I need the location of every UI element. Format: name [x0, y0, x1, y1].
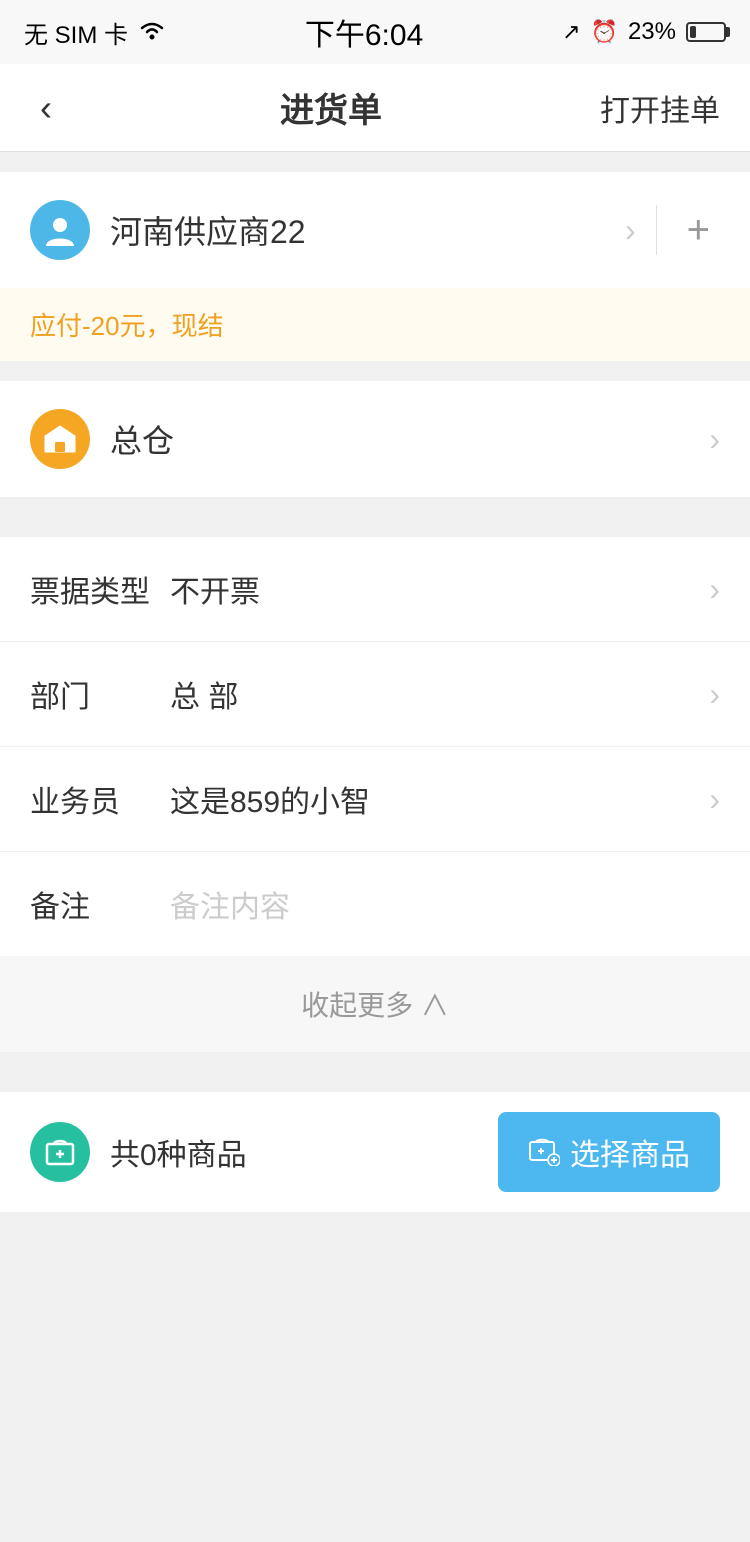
- status-right: ↗ ⏰ 23%: [562, 18, 726, 46]
- supplier-chevron-icon: ›: [625, 212, 636, 249]
- invoice-type-label: 票据类型: [30, 567, 160, 611]
- status-time: 下午6:04: [305, 10, 423, 54]
- wifi-icon: [138, 18, 166, 46]
- gps-icon: ↗: [562, 19, 580, 45]
- invoice-type-chevron-icon: ›: [709, 571, 720, 608]
- department-chevron-icon: ›: [709, 676, 720, 713]
- department-row[interactable]: 部门 总 部 ›: [0, 642, 750, 747]
- department-label: 部门: [30, 672, 160, 716]
- product-count-label: 共0种商品: [110, 1130, 498, 1174]
- page-rest: [0, 1212, 750, 1542]
- select-product-button[interactable]: 选择商品: [498, 1112, 720, 1192]
- back-button[interactable]: ‹: [30, 77, 62, 139]
- carrier-label: 无 SIM 卡: [24, 15, 128, 50]
- select-product-label: 选择商品: [570, 1130, 690, 1174]
- salesperson-label: 业务员: [30, 777, 160, 821]
- invoice-type-value: 不开票: [160, 567, 709, 611]
- section-gap-2: [0, 361, 750, 381]
- section-gap-1: [0, 152, 750, 172]
- add-supplier-button[interactable]: +: [677, 208, 720, 253]
- salesperson-chevron-icon: ›: [709, 781, 720, 818]
- status-left: 无 SIM 卡: [24, 15, 166, 50]
- alarm-icon: ⏰: [591, 19, 618, 45]
- warehouse-section: 总仓 ›: [0, 381, 750, 497]
- battery-icon: [686, 22, 726, 42]
- nav-bar: ‹ 进货单 打开挂单: [0, 64, 750, 152]
- open-pending-button[interactable]: 打开挂单: [600, 86, 720, 130]
- supplier-divider: [656, 205, 657, 255]
- section-gap-4: [0, 1052, 750, 1072]
- invoice-type-row[interactable]: 票据类型 不开票 ›: [0, 537, 750, 642]
- collapse-more-button[interactable]: 收起更多 ∧: [0, 956, 750, 1052]
- section-gap-3: [0, 497, 750, 517]
- form-section: 票据类型 不开票 › 部门 总 部 › 业务员 这是859的小智 › 备注 备注…: [0, 537, 750, 956]
- status-bar: 无 SIM 卡 下午6:04 ↗ ⏰ 23%: [0, 0, 750, 64]
- salesperson-row[interactable]: 业务员 这是859的小智 ›: [0, 747, 750, 852]
- remark-placeholder: 备注内容: [160, 882, 720, 926]
- warehouse-icon: [30, 409, 90, 469]
- alert-text: 应付-20元，现结: [30, 311, 224, 341]
- bottom-bar: 共0种商品 选择商品: [0, 1092, 750, 1212]
- product-icon: [30, 1122, 90, 1182]
- salesperson-value: 这是859的小智: [160, 777, 709, 821]
- page-title: 进货单: [280, 83, 382, 132]
- department-value: 总 部: [160, 672, 709, 716]
- warehouse-chevron-icon: ›: [709, 421, 720, 458]
- supplier-name: 河南供应商22: [110, 207, 625, 253]
- supplier-avatar: [30, 200, 90, 260]
- warehouse-row[interactable]: 总仓 ›: [0, 381, 750, 497]
- remark-label: 备注: [30, 882, 160, 926]
- remark-row[interactable]: 备注 备注内容: [0, 852, 750, 956]
- alert-banner: 应付-20元，现结: [0, 288, 750, 361]
- warehouse-name: 总仓: [110, 416, 709, 462]
- supplier-section: 河南供应商22 › + 应付-20元，现结: [0, 172, 750, 361]
- supplier-row[interactable]: 河南供应商22 › +: [0, 172, 750, 288]
- battery-percent: 23%: [628, 18, 676, 46]
